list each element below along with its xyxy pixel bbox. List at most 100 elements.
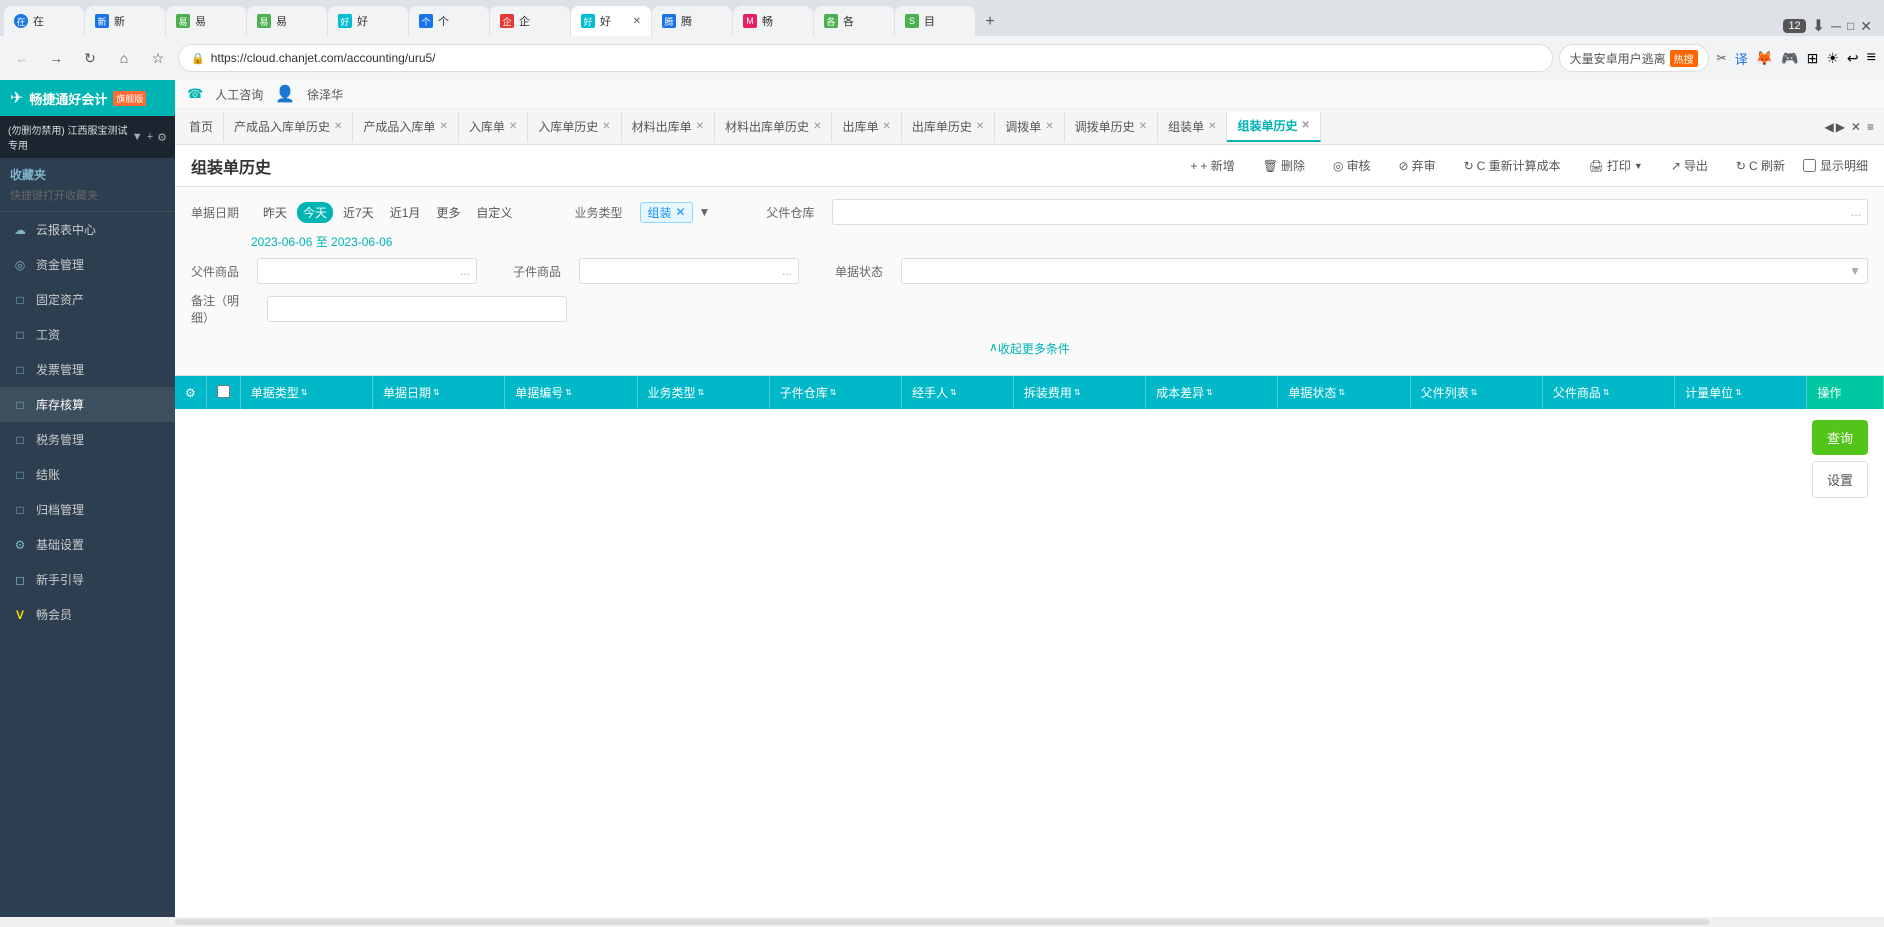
sidebar-item-archive[interactable]: □ 归档管理 <box>0 492 175 527</box>
tab-prod-in-hist[interactable]: 产成品入库单历史 ✕ <box>224 112 353 142</box>
biz-type-remove[interactable]: ✕ <box>675 205 685 219</box>
sidebar-item-settings[interactable]: ⚙ 基础设置 <box>0 527 175 562</box>
tab-assemble[interactable]: 组装单 ✕ <box>1158 112 1227 142</box>
user-name[interactable]: 徐泽华 <box>307 86 343 103</box>
grid-icon[interactable]: ⊞ <box>1807 50 1819 67</box>
print-dropdown-icon[interactable]: ▼ <box>1634 161 1643 171</box>
date-btn-today[interactable]: 今天 <box>297 202 333 223</box>
sidebar-item-report[interactable]: ☁ 云报表中心 <box>0 212 175 247</box>
th-parent-goods[interactable]: 父件商品⇅ <box>1542 376 1674 409</box>
print-btn[interactable]: 🖨 打印 ▼ <box>1579 153 1653 178</box>
tab-transfer-hist-close[interactable]: ✕ <box>1139 121 1147 132</box>
sidebar-item-inventory[interactable]: □ 库存核算 <box>0 387 175 422</box>
sort-cost-diff[interactable]: ⇅ <box>1206 388 1213 397</box>
tab-mat-out-close[interactable]: ✕ <box>696 121 704 132</box>
date-btn-7days[interactable]: 近7天 <box>337 202 380 223</box>
tab-close-all[interactable]: ✕ <box>1847 120 1865 134</box>
th-order-date[interactable]: 单据日期⇅ <box>373 376 505 409</box>
browser-tab-7[interactable]: 企 企 <box>490 6 570 36</box>
th-child-warehouse[interactable]: 子件仓库⇅ <box>769 376 901 409</box>
parent-goods-more[interactable]: ... <box>460 264 470 278</box>
new-tab-button[interactable]: + <box>976 8 1004 36</box>
tab-mat-out-hist-close[interactable]: ✕ <box>813 121 821 132</box>
column-settings-icon[interactable]: ⚙ <box>185 386 196 400</box>
tab-in-hist[interactable]: 入库单历史 ✕ <box>528 112 621 142</box>
tab-mat-out[interactable]: 材料出库单 ✕ <box>622 112 715 142</box>
sidebar-item-guide[interactable]: ◻ 新手引导 <box>0 562 175 597</box>
help-label[interactable]: 人工咨询 <box>215 86 263 103</box>
tab-out-hist[interactable]: 出库单历史 ✕ <box>902 112 995 142</box>
order-status-input[interactable]: ▼ <box>901 258 1868 284</box>
emoji-icon[interactable]: 🦊 <box>1756 50 1773 67</box>
order-status-dropdown[interactable]: ▼ <box>1849 264 1861 278</box>
sort-order-type[interactable]: ⇅ <box>301 388 308 397</box>
refresh-btn[interactable]: ↻ C 刷新 <box>1726 153 1795 178</box>
menu-icon[interactable]: ≡ <box>1867 49 1876 67</box>
bottom-scrollbar[interactable] <box>0 917 1884 927</box>
th-checkbox[interactable] <box>206 376 240 409</box>
address-input[interactable]: 🔒 https://cloud.chanjet.com/accounting/u… <box>178 44 1553 72</box>
tab-in-order-close[interactable]: ✕ <box>509 121 517 132</box>
approve-btn[interactable]: ◎ 审核 <box>1323 153 1381 178</box>
sort-handler[interactable]: ⇅ <box>950 388 957 397</box>
child-goods-more[interactable]: ... <box>782 264 792 278</box>
sort-order-no[interactable]: ⇅ <box>565 388 572 397</box>
reload-btn[interactable]: ↻ <box>76 44 104 72</box>
child-goods-input[interactable]: ... <box>579 258 799 284</box>
show-detail-check[interactable]: 显示明细 <box>1803 157 1868 174</box>
sidebar-item-fund[interactable]: ◎ 资金管理 <box>0 247 175 282</box>
tab-in-hist-close[interactable]: ✕ <box>602 121 610 132</box>
tab-out-order-close[interactable]: ✕ <box>882 121 890 132</box>
sort-biz-type[interactable]: ⇅ <box>698 388 705 397</box>
tab-scroll-left[interactable]: ◀ <box>1824 120 1833 134</box>
company-bar[interactable]: (勿删勿禁用) 江西服宝测试专用 ▼ + ⚙ <box>0 116 175 158</box>
tab-in-order[interactable]: 入库单 ✕ <box>459 112 528 142</box>
browser-tab-9[interactable]: 腾 腾 <box>652 6 732 36</box>
th-disassemble-fee[interactable]: 拆装费用⇅ <box>1013 376 1145 409</box>
th-settings[interactable]: ⚙ <box>175 376 206 409</box>
company-dropdown-icon[interactable]: ▼ <box>132 131 143 143</box>
sidebar-item-member[interactable]: V 畅会员 <box>0 597 175 632</box>
sidebar-item-asset[interactable]: □ 固定资产 <box>0 282 175 317</box>
parent-warehouse-input[interactable]: ... <box>832 199 1868 225</box>
tab-prod-in-hist-close[interactable]: ✕ <box>334 121 342 132</box>
recalculate-btn[interactable]: ↻ C 重新计算成本 <box>1454 153 1571 178</box>
home-btn[interactable]: ⌂ <box>110 44 138 72</box>
sidebar-item-tax[interactable]: □ 税务管理 <box>0 422 175 457</box>
company-settings-icon[interactable]: ⚙ <box>157 131 167 144</box>
close-btn[interactable]: ✕ <box>1860 18 1872 35</box>
date-btn-custom[interactable]: 自定义 <box>470 202 518 223</box>
minimize-btn[interactable]: ─ <box>1831 18 1841 34</box>
sort-parent-goods[interactable]: ⇅ <box>1603 388 1610 397</box>
tab-transfer-hist[interactable]: 调拨单历史 ✕ <box>1065 112 1158 142</box>
note-field[interactable] <box>274 302 560 316</box>
sort-child-warehouse[interactable]: ⇅ <box>830 388 837 397</box>
browser-tab-4[interactable]: 易 易 <box>247 6 327 36</box>
th-biz-type[interactable]: 业务类型⇅ <box>637 376 769 409</box>
th-order-type[interactable]: 单据类型⇅ <box>240 376 372 409</box>
select-all-checkbox[interactable] <box>217 385 230 398</box>
date-btn-yesterday[interactable]: 昨天 <box>257 202 293 223</box>
browser-tab-6[interactable]: 个 个 <box>409 6 489 36</box>
sidebar-item-closing[interactable]: □ 结账 <box>0 457 175 492</box>
settings-btn[interactable]: 设置 <box>1812 461 1868 498</box>
sort-order-status[interactable]: ⇅ <box>1338 388 1345 397</box>
add-btn[interactable]: + + 新增 <box>1180 153 1244 178</box>
tab-home[interactable]: 首页 <box>179 112 224 142</box>
th-order-status[interactable]: 单据状态⇅ <box>1278 376 1410 409</box>
browser-tab-3[interactable]: 易 易 <box>166 6 246 36</box>
parent-goods-field[interactable] <box>264 264 456 278</box>
sort-unit[interactable]: ⇅ <box>1735 388 1742 397</box>
biz-type-dropdown[interactable]: ▼ <box>699 205 711 219</box>
sort-parent-list[interactable]: ⇅ <box>1471 388 1478 397</box>
th-unit[interactable]: 计量单位⇅ <box>1675 376 1807 409</box>
note-input[interactable] <box>267 296 567 322</box>
forward-btn[interactable]: → <box>42 44 70 72</box>
bookmark-btn[interactable]: ☆ <box>144 44 172 72</box>
th-cost-diff[interactable]: 成本差异⇅ <box>1146 376 1278 409</box>
sort-disassemble-fee[interactable]: ⇅ <box>1074 388 1081 397</box>
tab-mat-out-hist[interactable]: 材料出库单历史 ✕ <box>715 112 832 142</box>
browser-tab-12[interactable]: S 目 <box>895 6 975 36</box>
abandon-btn[interactable]: ⊘ 弃审 <box>1389 153 1446 178</box>
back-btn[interactable]: ← <box>8 44 36 72</box>
